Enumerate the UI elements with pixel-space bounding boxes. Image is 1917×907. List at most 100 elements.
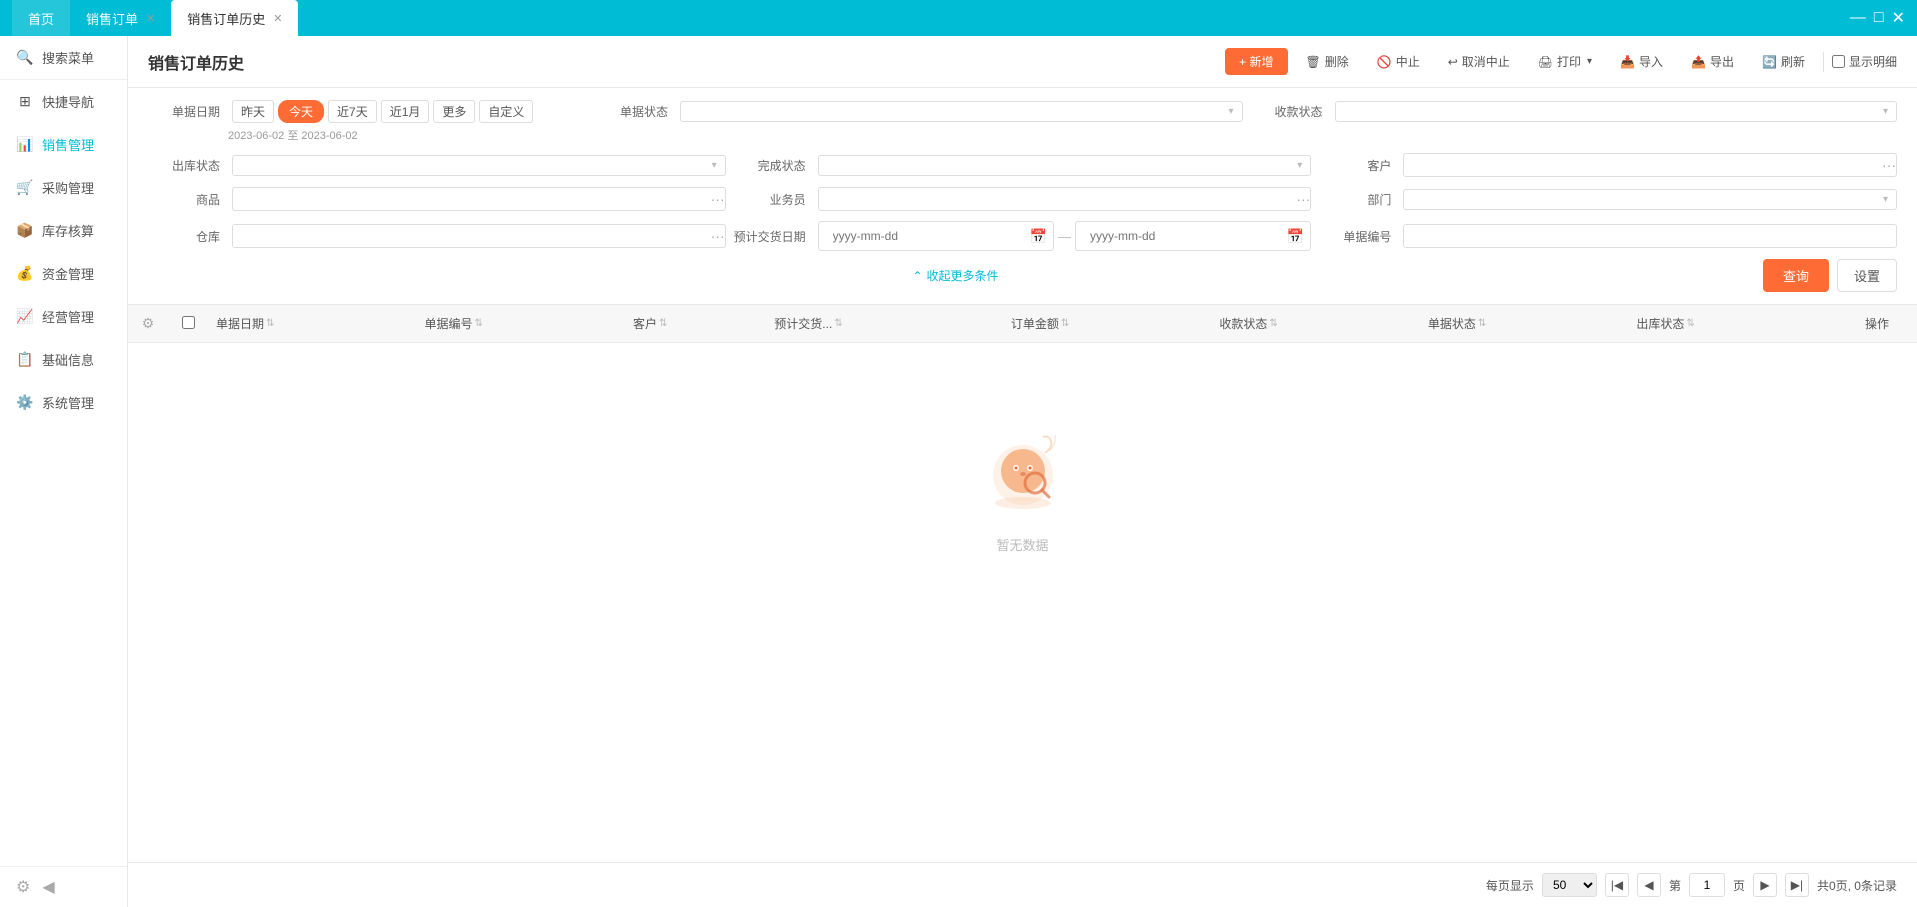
salesperson-input[interactable] <box>819 188 1293 210</box>
dept-group: 部门 ▾ <box>1319 189 1897 210</box>
col-amount[interactable]: 订单金额 ⇅ <box>1003 305 1212 343</box>
operations-icon: 📈 <box>16 308 34 326</box>
date-btn-today[interactable]: 今天 <box>278 100 324 123</box>
page-size-select[interactable]: 50 10 20 100 <box>1542 873 1597 897</box>
date-filter-group: 单据日期 昨天 今天 近7天 近1月 更多 自定义 <box>148 100 588 123</box>
empty-state: 暂无数据 <box>128 343 1917 634</box>
date-btn-custom[interactable]: 自定义 <box>479 100 533 123</box>
collapse-label: 收起更多条件 <box>927 267 999 284</box>
delivery-date-end-input[interactable] <box>1082 225 1287 247</box>
sidebar-search-label: 搜索菜单 <box>42 48 94 67</box>
page-next-btn[interactable]: ▶ <box>1753 873 1777 897</box>
warehouse-dots[interactable]: ··· <box>711 228 725 244</box>
sidebar-item-purchase-mgmt[interactable]: 🛒 采购管理 <box>0 166 127 209</box>
maximize-btn[interactable]: □ <box>1874 9 1884 27</box>
refresh-button[interactable]: 🔄 刷新 <box>1752 48 1815 75</box>
stock-out-select[interactable]: ▾ <box>232 155 726 176</box>
col-order-no[interactable]: 单据编号 ⇅ <box>417 305 626 343</box>
sidebar-item-finance-label: 资金管理 <box>42 264 94 283</box>
tab-sales-order-history-close[interactable]: ✕ <box>273 12 282 25</box>
sidebar-item-finance[interactable]: 💰 资金管理 <box>0 252 127 295</box>
col-customer[interactable]: 客户 ⇅ <box>625 305 766 343</box>
refresh-label: 刷新 <box>1781 53 1805 70</box>
page-prev-btn[interactable]: ◀ <box>1637 873 1661 897</box>
collapse-bar[interactable]: ⌃ 收起更多条件 <box>148 267 1763 284</box>
table-header-row: ⚙ 单据日期 ⇅ 单据编号 <box>128 305 1917 343</box>
settings-button[interactable]: 设置 <box>1837 259 1897 292</box>
product-dots[interactable]: ··· <box>711 191 725 207</box>
customer-dots[interactable]: ··· <box>1882 157 1896 173</box>
sidebar-item-inventory-label: 库存核算 <box>42 221 94 240</box>
col-stock-out[interactable]: 出库状态 ⇅ <box>1628 305 1837 343</box>
payment-status-select[interactable]: ▾ <box>1335 101 1898 122</box>
sidebar-item-base-info[interactable]: 📋 基础信息 <box>0 338 127 381</box>
col-ops-label: 操作 <box>1865 317 1889 331</box>
select-all-checkbox[interactable] <box>182 316 195 329</box>
sidebar-item-sales-mgmt[interactable]: 📊 销售管理 <box>0 123 127 166</box>
product-input[interactable] <box>233 188 707 210</box>
print-button[interactable]: 🖨 打印 <box>1528 48 1602 75</box>
col-date[interactable]: 单据日期 ⇅ <box>208 305 417 343</box>
page-last-btn[interactable]: ▶| <box>1785 873 1809 897</box>
sidebar-item-system[interactable]: ⚙️ 系统管理 <box>0 381 127 424</box>
complete-select[interactable]: ▾ <box>818 155 1312 176</box>
quick-nav-icon: ⊞ <box>16 93 34 111</box>
export-button[interactable]: 📤 导出 <box>1681 48 1744 75</box>
calendar-end-icon[interactable]: 📅 <box>1287 228 1304 245</box>
date-btn-yesterday[interactable]: 昨天 <box>232 100 274 123</box>
cancel-stop-button[interactable]: ↩ 取消中止 <box>1438 48 1520 75</box>
col-delivery[interactable]: 预计交货... ⇅ <box>766 305 1003 343</box>
col-payment-status[interactable]: 收款状态 ⇅ <box>1211 305 1420 343</box>
sidebar-search[interactable]: 🔍 搜索菜单 <box>0 36 127 80</box>
tab-sales-order[interactable]: 销售订单 ✕ <box>70 0 171 36</box>
col-checkbox[interactable] <box>168 305 208 343</box>
customer-input[interactable] <box>1404 154 1878 176</box>
collapse-icon: ⌃ <box>912 269 922 283</box>
col-order-status[interactable]: 单据状态 ⇅ <box>1420 305 1629 343</box>
delivery-date-start-input[interactable] <box>825 225 1030 247</box>
date-btn-7days[interactable]: 近7天 <box>328 100 377 123</box>
minimize-btn[interactable]: — <box>1850 9 1866 27</box>
export-label: 导出 <box>1710 53 1734 70</box>
show-detail-input[interactable] <box>1832 55 1845 68</box>
sidebar-item-quick-nav[interactable]: ⊞ 快捷导航 <box>0 80 127 123</box>
system-icon: ⚙️ <box>16 394 34 412</box>
col-delivery-sort: ⇅ <box>834 318 842 329</box>
tab-home[interactable]: 首页 <box>12 0 70 36</box>
close-btn[interactable]: ✕ <box>1892 8 1905 28</box>
sidebar-item-operations[interactable]: 📈 经营管理 <box>0 295 127 338</box>
stop-button[interactable]: 🚫 中止 <box>1367 48 1430 75</box>
query-button[interactable]: 查询 <box>1763 259 1829 292</box>
order-no-input[interactable] <box>1404 225 1896 247</box>
date-btn-1month[interactable]: 近1月 <box>381 100 430 123</box>
date-btn-more[interactable]: 更多 <box>433 100 475 123</box>
warehouse-group: 仓库 ··· <box>148 224 726 248</box>
delivery-date-label: 预计交货日期 <box>734 228 814 245</box>
sidebar-item-system-label: 系统管理 <box>42 393 94 412</box>
salesperson-dots[interactable]: ··· <box>1296 191 1310 207</box>
tab-sales-order-history[interactable]: 销售订单历史 ✕ <box>171 0 298 36</box>
show-detail-checkbox[interactable]: 显示明细 <box>1832 53 1897 70</box>
sidebar-settings-icon[interactable]: ⚙ <box>16 877 30 897</box>
filter-area: 单据日期 昨天 今天 近7天 近1月 更多 自定义 单据状态 ▾ <box>128 88 1917 305</box>
dept-select[interactable]: ▾ <box>1403 189 1897 210</box>
order-status-select[interactable]: ▾ <box>680 101 1243 122</box>
import-button[interactable]: 📥 导入 <box>1610 48 1673 75</box>
calendar-start-icon[interactable]: 📅 <box>1030 228 1047 245</box>
delete-button[interactable]: 🗑 删除 <box>1296 48 1359 75</box>
table-gear-icon[interactable]: ⚙ <box>142 315 155 331</box>
col-stock-out-sort: ⇅ <box>1686 318 1694 329</box>
page-number-input[interactable] <box>1689 873 1725 897</box>
page-first-btn[interactable]: |◀ <box>1605 873 1629 897</box>
delete-label: 删除 <box>1325 53 1349 70</box>
empty-icon <box>973 423 1073 523</box>
sidebar-item-inventory[interactable]: 📦 库存核算 <box>0 209 127 252</box>
col-settings[interactable]: ⚙ <box>128 305 168 343</box>
new-button[interactable]: + 新增 <box>1225 48 1287 75</box>
tab-sales-order-close[interactable]: ✕ <box>146 12 155 25</box>
warehouse-input[interactable] <box>233 225 707 247</box>
sidebar-collapse-icon[interactable]: ◀ <box>42 877 54 897</box>
export-icon: 📤 <box>1691 55 1706 69</box>
complete-group: 完成状态 ▾ <box>734 155 1312 176</box>
sidebar: 🔍 搜索菜单 ⊞ 快捷导航 📊 销售管理 🛒 采购管理 📦 库存核算 💰 资金管… <box>0 36 128 907</box>
